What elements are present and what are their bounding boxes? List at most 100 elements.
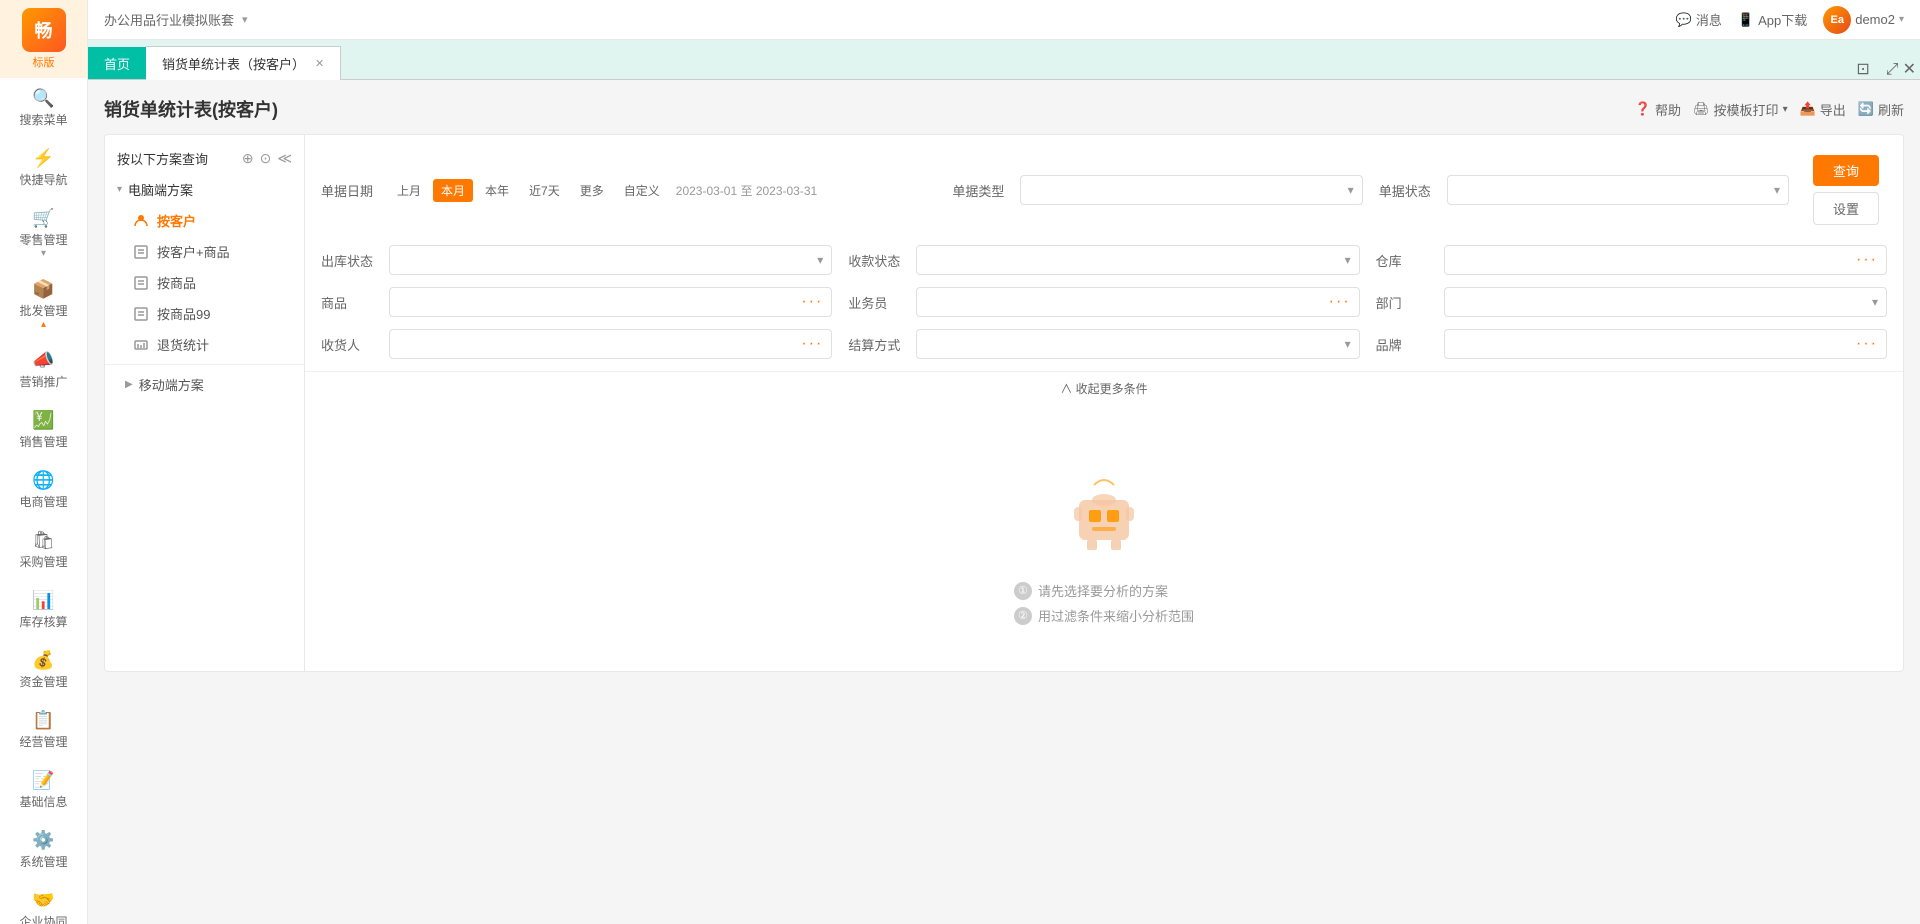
sidebar-item-sales[interactable]: 💹 销售管理 bbox=[0, 400, 87, 460]
receiver-select[interactable]: ··· bbox=[389, 329, 832, 359]
scheme-panel-icons: ⊕ ⊙ ≪ bbox=[242, 150, 292, 167]
app-download-button[interactable]: 📱 App下载 bbox=[1738, 10, 1807, 29]
sidebar-item-operation[interactable]: 📋 经营管理 bbox=[0, 700, 87, 760]
warehouse-dots: ··· bbox=[1856, 251, 1878, 269]
message-button[interactable]: 💬 消息 bbox=[1676, 10, 1722, 29]
date-btn-current-month[interactable]: 本月 bbox=[433, 179, 473, 202]
sidebar-item-finance[interactable]: 💰 资金管理 bbox=[0, 640, 87, 700]
ecommerce-icon: 🌐 bbox=[32, 470, 54, 491]
collection-status-label: 收款状态 bbox=[848, 251, 908, 270]
help-button[interactable]: ❓ 帮助 bbox=[1635, 100, 1681, 119]
sidebar-item-marketing[interactable]: 📣 营销推广 bbox=[0, 340, 87, 400]
filter-area: 单据日期 上月 本月 本年 近7天 更多 自定义 2023-03-01 至 20… bbox=[305, 135, 1903, 671]
brand-dots: ··· bbox=[1856, 335, 1878, 353]
filter-section: 单据日期 上月 本月 本年 近7天 更多 自定义 2023-03-01 至 20… bbox=[305, 135, 1903, 359]
product-select[interactable]: ··· bbox=[389, 287, 832, 317]
scheme-section-desktop-header[interactable]: ▾ 电脑端方案 bbox=[105, 174, 304, 205]
message-label: 消息 bbox=[1696, 10, 1722, 29]
hint-text-1: 请先选择要分析的方案 bbox=[1038, 581, 1168, 600]
close-window-icon[interactable]: ✕ bbox=[1903, 59, 1916, 79]
settings-button[interactable]: 设置 bbox=[1813, 192, 1879, 225]
filter-row-3: 商品 ··· 业务员 ··· bbox=[321, 287, 1887, 317]
add-scheme-icon[interactable]: ⊕ bbox=[242, 150, 254, 167]
scheme-item-return-stat[interactable]: 退货统计 bbox=[105, 329, 304, 360]
print-button[interactable]: 🖨 按模板打印 ▾ bbox=[1693, 100, 1788, 119]
scheme-item-by-product-99[interactable]: 按商品99 bbox=[105, 298, 304, 329]
scheme-item-by-customer-product[interactable]: 按客户+商品 bbox=[105, 236, 304, 267]
fullscreen-icon[interactable]: ⤢ bbox=[1886, 61, 1899, 79]
salesperson-dots: ··· bbox=[1329, 293, 1351, 311]
user-menu[interactable]: Ea demo2 ▾ bbox=[1823, 6, 1904, 34]
settlement-chevron: ▾ bbox=[1345, 337, 1351, 351]
settings-scheme-icon[interactable]: ⊙ bbox=[260, 150, 272, 167]
marketing-icon: 📣 bbox=[32, 350, 54, 371]
salesperson-label: 业务员 bbox=[848, 293, 908, 312]
filter-doc-status: 单据状态 ▾ bbox=[1379, 175, 1789, 205]
refresh-button[interactable]: 🔄 刷新 bbox=[1858, 100, 1904, 119]
date-btn-more[interactable]: 更多 bbox=[572, 179, 612, 202]
brand-select[interactable]: ··· bbox=[1444, 329, 1887, 359]
tab-expand-icon[interactable]: ⊡ bbox=[1844, 59, 1881, 79]
mobile-arrow-icon: ▶ bbox=[125, 379, 133, 390]
filter-collection-status: 收款状态 ▾ bbox=[848, 245, 1359, 275]
scheme-item-by-customer[interactable]: 按客户 bbox=[105, 205, 304, 236]
date-btn-prev-month[interactable]: 上月 bbox=[389, 179, 429, 202]
date-btn-current-year[interactable]: 本年 bbox=[477, 179, 517, 202]
download-icon: 📱 bbox=[1738, 12, 1754, 28]
topbar-dropdown-icon[interactable]: ▾ bbox=[242, 13, 248, 26]
scheme-panel-title: 按以下方案查询 bbox=[117, 149, 208, 168]
tab-close-icon[interactable]: ✕ bbox=[315, 57, 324, 70]
topbar-right: 💬 消息 📱 App下载 Ea demo2 ▾ bbox=[1676, 6, 1904, 34]
scheme-section-mobile-header[interactable]: ▶ 移动端方案 bbox=[105, 369, 304, 400]
salesperson-select[interactable]: ··· bbox=[916, 287, 1359, 317]
filter-receiver: 收货人 ··· bbox=[321, 329, 832, 359]
empty-state: ① 请先选择要分析的方案 ② 用过滤条件来缩小分析范围 bbox=[305, 405, 1903, 671]
date-btn-last7[interactable]: 近7天 bbox=[521, 179, 568, 202]
date-label: 单据日期 bbox=[321, 181, 381, 200]
sidebar-search-label: 搜索菜单 bbox=[19, 111, 67, 128]
sidebar-search[interactable]: 🔍 搜索菜单 bbox=[0, 78, 87, 138]
warehouse-label: 仓库 bbox=[1376, 251, 1436, 270]
scheme-item-by-product[interactable]: 按商品 bbox=[105, 267, 304, 298]
sidebar-item-retail[interactable]: 🛒 零售管理 ▾ bbox=[0, 198, 87, 269]
doc-status-select[interactable]: ▾ bbox=[1447, 175, 1789, 205]
out-status-select[interactable]: ▾ bbox=[389, 245, 832, 275]
settlement-select[interactable]: ▾ bbox=[916, 329, 1359, 359]
sidebar-item-label: 基础信息 bbox=[19, 793, 67, 810]
tab-sales-stat[interactable]: 销货单统计表（按客户） ✕ bbox=[146, 46, 341, 80]
scheme-item-label: 按商品99 bbox=[157, 304, 210, 323]
action-buttons: 查询 设置 bbox=[1805, 147, 1887, 233]
collapse-scheme-icon[interactable]: ≪ bbox=[277, 150, 292, 167]
search-button[interactable]: 查询 bbox=[1813, 155, 1879, 186]
tab-sales-stat-label: 销货单统计表（按客户） bbox=[162, 54, 305, 73]
sidebar-item-system[interactable]: ⚙️ 系统管理 bbox=[0, 820, 87, 880]
filter-out-status: 出库状态 ▾ bbox=[321, 245, 832, 275]
sidebar-item-purchase[interactable]: 🛍 采购管理 bbox=[0, 520, 87, 580]
department-select[interactable]: ▾ bbox=[1444, 287, 1887, 317]
sidebar-item-label: 销售管理 bbox=[19, 433, 67, 450]
sidebar-item-enterprise[interactable]: 🤝 企业协同 bbox=[0, 880, 87, 924]
doc-status-chevron: ▾ bbox=[1774, 183, 1780, 197]
topbar-title: 办公用品行业模拟账套 bbox=[104, 10, 234, 29]
sidebar-item-wholesale[interactable]: 📦 批发管理 ▴ bbox=[0, 269, 87, 340]
filter-department: 部门 ▾ bbox=[1376, 287, 1887, 317]
collapse-bar[interactable]: ∧ 收起更多条件 bbox=[305, 371, 1903, 405]
tabbar: 首页 销货单统计表（按客户） ✕ ⊡ ⤢ ✕ bbox=[88, 40, 1920, 80]
sidebar-item-inventory[interactable]: 📊 库存核算 bbox=[0, 580, 87, 640]
export-button[interactable]: 📤 导出 bbox=[1800, 100, 1846, 119]
message-icon: 💬 bbox=[1676, 12, 1692, 28]
customer-product-icon bbox=[133, 244, 149, 260]
sidebar-item-label: 企业协同 bbox=[19, 913, 67, 924]
sidebar-nav[interactable]: ⚡ 快捷导航 bbox=[0, 138, 87, 198]
print-icon: 🖨 bbox=[1693, 101, 1710, 117]
tab-home[interactable]: 首页 bbox=[88, 47, 146, 79]
filter-settlement: 结算方式 ▾ bbox=[848, 329, 1359, 359]
sidebar-item-label: 营销推广 bbox=[19, 373, 67, 390]
date-btn-custom[interactable]: 自定义 bbox=[616, 179, 668, 202]
sidebar-item-ecommerce[interactable]: 🌐 电商管理 bbox=[0, 460, 87, 520]
warehouse-select[interactable]: ··· bbox=[1444, 245, 1887, 275]
collapse-label: ∧ 收起更多条件 bbox=[1060, 382, 1147, 396]
sidebar-item-basic[interactable]: 📝 基础信息 bbox=[0, 760, 87, 820]
doc-type-select[interactable]: ▾ bbox=[1020, 175, 1362, 205]
collection-status-select[interactable]: ▾ bbox=[916, 245, 1359, 275]
